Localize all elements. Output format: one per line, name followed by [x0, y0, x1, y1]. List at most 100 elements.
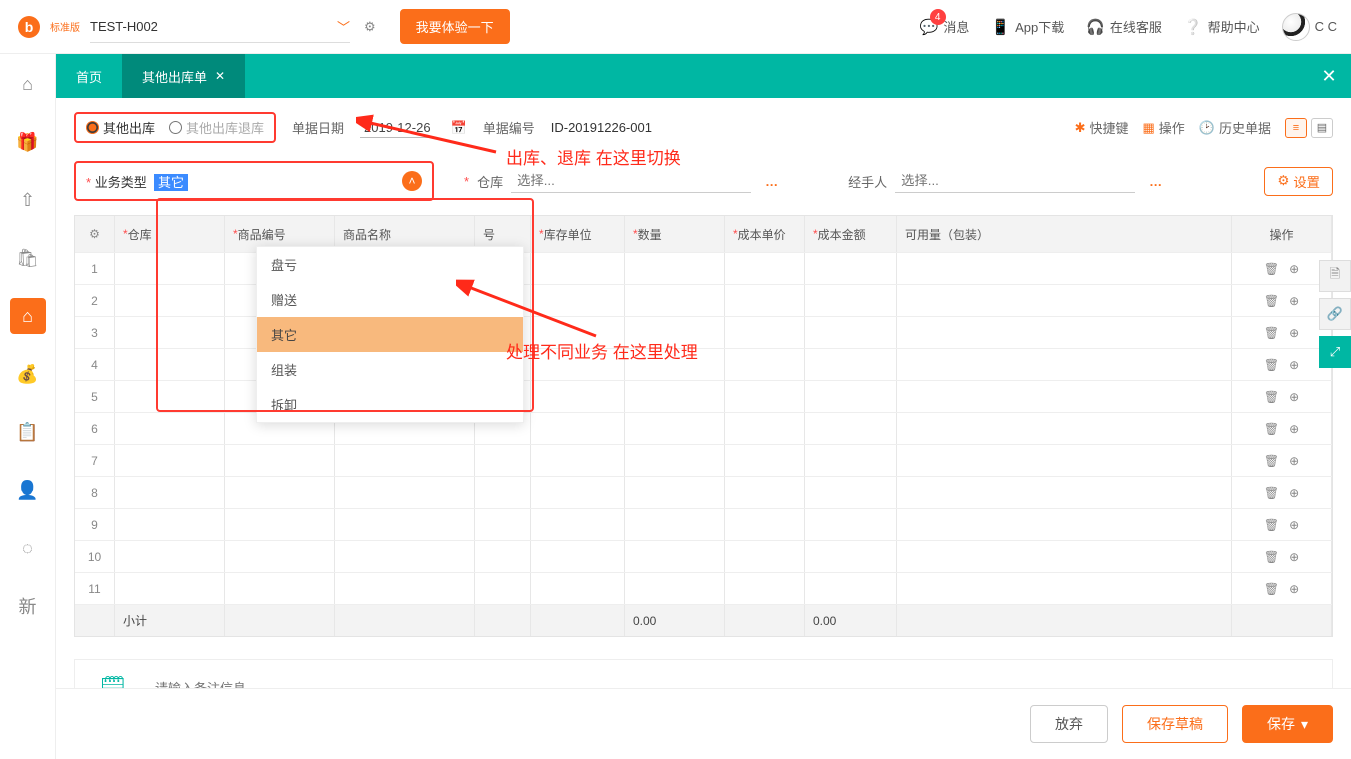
handler-input[interactable] — [895, 169, 1135, 193]
experience-button[interactable]: 我要体验一下 — [400, 9, 510, 44]
warehouse-input[interactable] — [511, 169, 751, 193]
app-download-link[interactable]: 📱 App下载 — [991, 17, 1064, 36]
customer-service-label: 在线客服 — [1110, 17, 1162, 36]
delete-icon[interactable]: 🗑 — [1264, 262, 1279, 276]
radio-outbound-return[interactable]: 其他出库退库 — [169, 118, 264, 137]
operate-button[interactable]: ▦ 操作 — [1142, 118, 1184, 137]
help-link[interactable]: ❔ 帮助中心 — [1184, 17, 1260, 36]
note-icon: 🗒 — [97, 674, 130, 688]
save-draft-button[interactable]: 保存草稿 — [1122, 705, 1228, 743]
table-row[interactable]: 7🗑⊕ — [75, 444, 1332, 476]
tab-strip: 首页 其他出库单 ✕ ✕ — [56, 54, 1351, 98]
col-unit: *库存单位 — [531, 216, 625, 252]
warehouse-field: *仓库 … — [464, 169, 778, 193]
col-qty: *数量 — [625, 216, 725, 252]
add-row-icon[interactable]: ⊕ — [1289, 518, 1299, 532]
dd-item-chaixie[interactable]: 拆卸 — [257, 387, 523, 422]
nav-cycle-icon[interactable]: ◌ — [10, 530, 46, 566]
nav-warehouse-icon[interactable]: ⌂ — [10, 298, 46, 334]
delete-icon[interactable]: 🗑 — [1264, 294, 1279, 308]
table-row[interactable]: 10🗑⊕ — [75, 540, 1332, 572]
float-rail: 🗎 🔗 ⤢ — [1319, 260, 1351, 368]
nav-gift-icon[interactable]: 🎁 — [10, 124, 46, 160]
table-row[interactable]: 11🗑⊕ — [75, 572, 1332, 604]
add-row-icon[interactable]: ⊕ — [1289, 294, 1299, 308]
nav-money-icon[interactable]: 💰 — [10, 356, 46, 392]
tab-other-outbound[interactable]: 其他出库单 ✕ — [122, 54, 245, 98]
doc-header: 其他出库 其他出库退库 单据日期 2019-12-26 📅 单据编号 ID-20… — [74, 112, 1333, 143]
nav-home-icon[interactable]: ⌂ — [10, 66, 46, 102]
delete-icon[interactable]: 🗑 — [1264, 486, 1279, 500]
float-expand-icon[interactable]: ⤢ — [1319, 336, 1351, 368]
settings-button[interactable]: ⚙设置 — [1264, 167, 1333, 196]
table-row[interactable]: 8🗑⊕ — [75, 476, 1332, 508]
add-row-icon[interactable]: ⊕ — [1289, 358, 1299, 372]
doc-type-radios: 其他出库 其他出库退库 — [74, 112, 276, 143]
tab-home[interactable]: 首页 — [56, 54, 122, 98]
add-row-icon[interactable]: ⊕ — [1289, 486, 1299, 500]
org-name: TEST-H002 — [90, 19, 158, 34]
delete-icon[interactable]: 🗑 — [1264, 358, 1279, 372]
subtotal-label: 小计 — [115, 605, 225, 636]
add-row-icon[interactable]: ⊕ — [1289, 454, 1299, 468]
dd-item-qita[interactable]: 其它 — [257, 317, 523, 352]
history-button[interactable]: 🕑历史单据 — [1199, 118, 1271, 137]
table-row[interactable]: 9🗑⊕ — [75, 508, 1332, 540]
col-price: *成本单价 — [725, 216, 805, 252]
biztype-select[interactable]: * 业务类型 其它 ˄ — [74, 161, 434, 201]
add-row-icon[interactable]: ⊕ — [1289, 582, 1299, 596]
delete-icon[interactable]: 🗑 — [1264, 390, 1279, 404]
handler-field: 经手人 … — [848, 169, 1162, 193]
shortcut-button[interactable]: ✱快捷键 — [1075, 118, 1129, 137]
save-button[interactable]: 保存▾ — [1242, 705, 1333, 743]
customer-service-link[interactable]: 🎧 在线客服 — [1086, 17, 1162, 36]
add-row-icon[interactable]: ⊕ — [1289, 326, 1299, 340]
remark-input[interactable] — [155, 678, 1318, 688]
add-row-icon[interactable]: ⊕ — [1289, 262, 1299, 276]
headset-icon: 🎧 — [1086, 18, 1105, 36]
nav-clipboard-icon[interactable]: 📋 — [10, 414, 46, 450]
tabs-close-all[interactable]: ✕ — [1307, 54, 1351, 98]
warehouse-label: 仓库 — [477, 172, 503, 191]
user-menu[interactable]: C C — [1282, 13, 1337, 41]
topbar-right: 💬 消息 4 📱 App下载 🎧 在线客服 ❔ 帮助中心 C C — [920, 13, 1337, 41]
operate-label: 操作 — [1159, 118, 1185, 137]
view-list-icon[interactable]: ≡ — [1285, 118, 1307, 138]
delete-icon[interactable]: 🗑 — [1264, 454, 1279, 468]
save-label: 保存 — [1267, 714, 1295, 734]
nav-bag-icon[interactable]: 🛍 — [10, 240, 46, 276]
radio-outbound[interactable]: 其他出库 — [86, 118, 155, 137]
dd-item-zengsong[interactable]: 赠送 — [257, 282, 523, 317]
nav-house-up-icon[interactable]: ⇧ — [10, 182, 46, 218]
delete-icon[interactable]: 🗑 — [1264, 326, 1279, 340]
add-row-icon[interactable]: ⊕ — [1289, 550, 1299, 564]
nav-new-icon[interactable]: 新 — [10, 588, 46, 624]
delete-icon[interactable]: 🗑 — [1264, 582, 1279, 596]
more-icon[interactable]: … — [765, 174, 778, 189]
calendar-icon[interactable]: 📅 — [451, 120, 467, 136]
help-icon: ❔ — [1184, 18, 1203, 36]
discard-button[interactable]: 放弃 — [1030, 705, 1108, 743]
add-row-icon[interactable]: ⊕ — [1289, 422, 1299, 436]
add-row-icon[interactable]: ⊕ — [1289, 390, 1299, 404]
close-icon[interactable]: ✕ — [215, 69, 225, 83]
col-amt: *成本金额 — [805, 216, 897, 252]
messages-link[interactable]: 💬 消息 4 — [920, 17, 970, 36]
col-gear-icon[interactable]: ⚙ — [75, 216, 115, 252]
delete-icon[interactable]: 🗑 — [1264, 550, 1279, 564]
delete-icon[interactable]: 🗑 — [1264, 518, 1279, 532]
date-value[interactable]: 2019-12-26 — [360, 118, 435, 138]
nav-person-icon[interactable]: 👤 — [10, 472, 46, 508]
dd-item-zuzhuang[interactable]: 组装 — [257, 352, 523, 387]
grid-icon: ▦ — [1142, 120, 1154, 136]
view-card-icon[interactable]: ▤ — [1311, 118, 1333, 138]
float-note-icon[interactable]: 🗎 — [1319, 260, 1351, 292]
delete-icon[interactable]: 🗑 — [1264, 422, 1279, 436]
gear-icon[interactable]: ⚙ — [364, 19, 376, 35]
float-link-icon[interactable]: 🔗 — [1319, 298, 1351, 330]
biztype-value: 其它 — [154, 174, 188, 191]
dd-item-pankui[interactable]: 盘亏 — [257, 247, 523, 282]
org-selector[interactable]: TEST-H002 ﹀ — [90, 11, 350, 43]
chevron-up-icon[interactable]: ˄ — [402, 171, 422, 191]
more-icon[interactable]: … — [1149, 174, 1162, 189]
